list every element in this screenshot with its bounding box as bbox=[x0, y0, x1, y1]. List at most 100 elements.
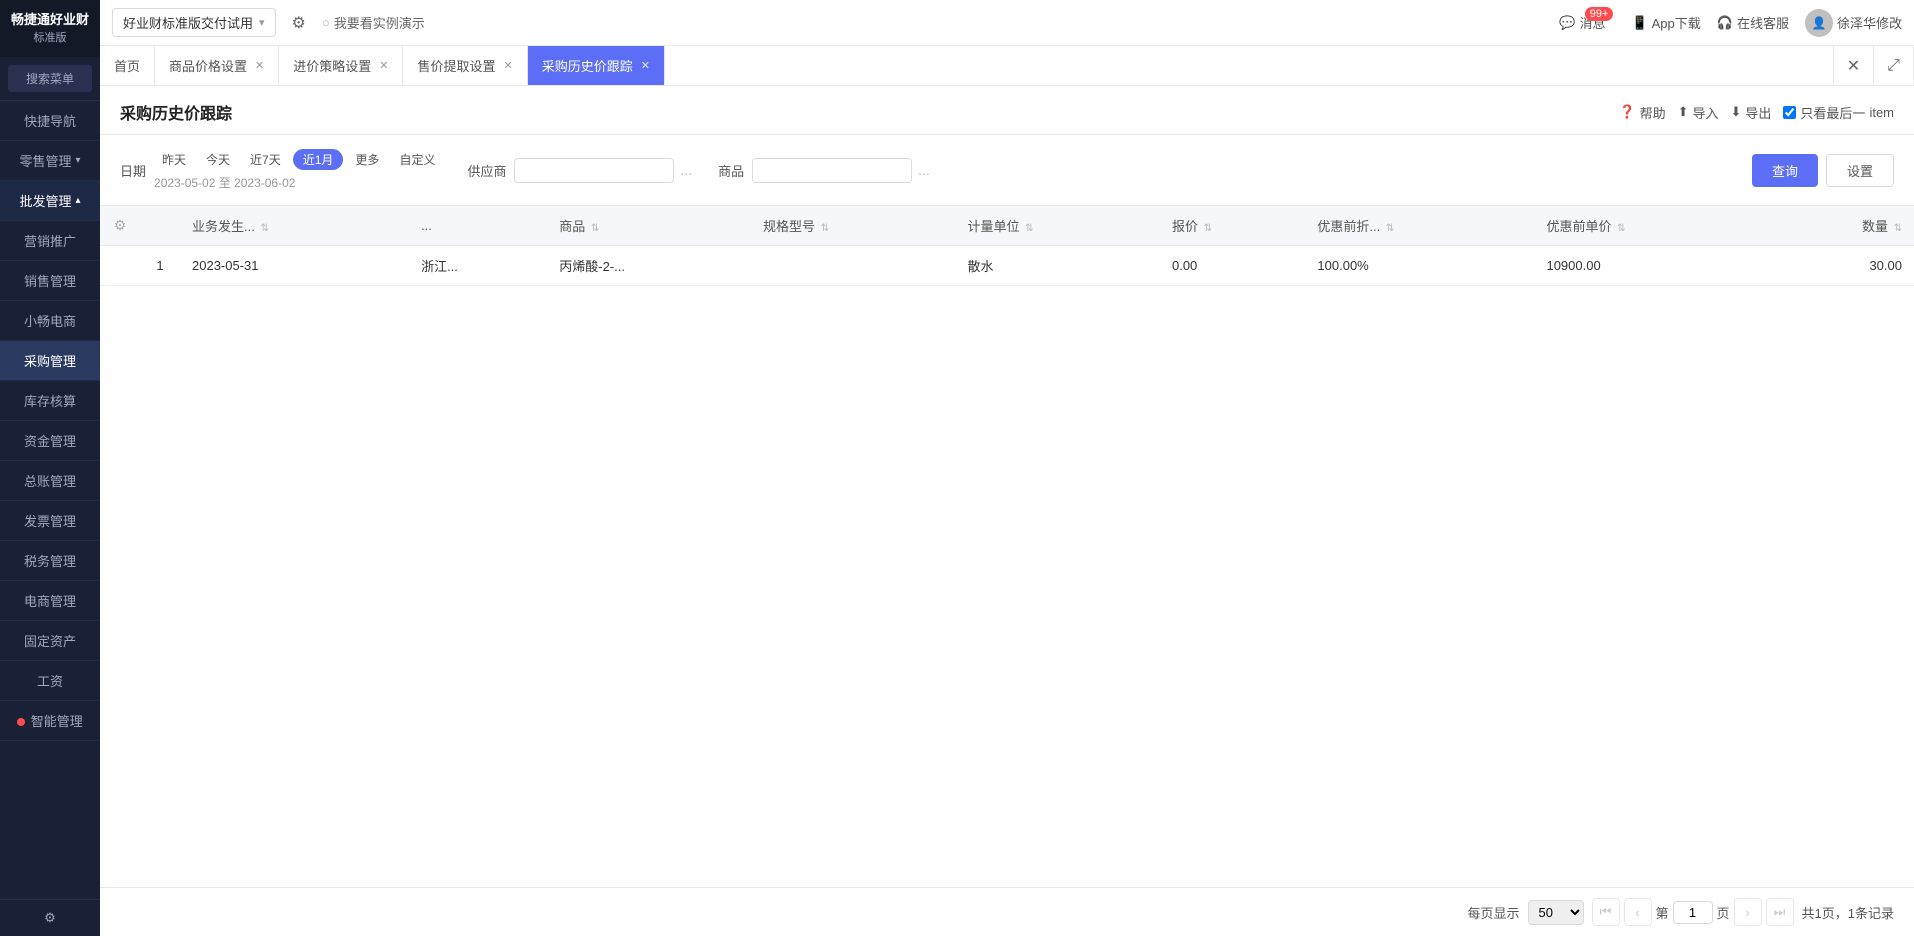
per-page-select[interactable]: 50 10 20 100 bbox=[1528, 900, 1584, 925]
help-button[interactable]: ❓ 帮助 bbox=[1619, 103, 1665, 122]
sidebar-item-inventory[interactable]: 库存核算 bbox=[0, 381, 100, 421]
tab-price[interactable]: 商品价格设置 ✕ bbox=[155, 46, 279, 86]
table-row: 1 2023-05-31 浙江... 丙烯酸-2-... 散水 0.00 100… bbox=[100, 246, 1914, 286]
col-header-price[interactable]: 报价 ⇅ bbox=[1160, 206, 1305, 246]
sidebar-item-assets[interactable]: 固定资产 bbox=[0, 621, 100, 661]
only-last-checkbox-label: 只看最后一 item bbox=[1783, 103, 1894, 122]
col-header-unit[interactable]: 计量单位 ⇅ bbox=[956, 206, 1160, 246]
table-container: ⚙ 业务发生... ⇅ ... 商品 ⇅ bbox=[100, 206, 1914, 887]
user-name: 徐泽华修改 bbox=[1837, 13, 1902, 32]
only-last-checkbox[interactable] bbox=[1783, 106, 1796, 119]
date-opt-yesterday[interactable]: 昨天 bbox=[154, 149, 194, 170]
row-quantity-cell: 30.00 bbox=[1768, 246, 1914, 286]
col-header-discount[interactable]: 优惠前折... ⇅ bbox=[1305, 206, 1534, 246]
col-header-goods[interactable]: 商品 ⇅ bbox=[547, 206, 751, 246]
data-table: ⚙ 业务发生... ⇅ ... 商品 ⇅ bbox=[100, 206, 1914, 286]
col-header-date[interactable]: 业务发生... ⇅ bbox=[180, 206, 409, 246]
sidebar: 畅捷通好业财 标准版 搜索菜单 快捷导航 零售管理 ▾ 批发管理 ▴ 营销推广 … bbox=[0, 0, 100, 936]
row-unit-cell: 散水 bbox=[956, 246, 1160, 286]
supplier-dots-button[interactable]: ... bbox=[678, 162, 694, 178]
export-button[interactable]: ⬇ 导出 bbox=[1731, 103, 1772, 122]
page-header: 采购历史价跟踪 ❓ 帮助 ⬆ 导入 ⬇ 导出 只看最后一 item bbox=[100, 86, 1914, 135]
sidebar-item-invoice[interactable]: 发票管理 bbox=[0, 501, 100, 541]
sidebar-item-ledger[interactable]: 总账管理 bbox=[0, 461, 100, 501]
sidebar-settings-button[interactable]: ⚙ bbox=[0, 899, 100, 936]
finance-label: 资金管理 bbox=[24, 431, 76, 450]
date-opt-custom[interactable]: 自定义 bbox=[391, 149, 443, 170]
sidebar-item-quick-nav[interactable]: 快捷导航 bbox=[0, 101, 100, 141]
sidebar-item-ecommerce-small[interactable]: 小畅电商 bbox=[0, 301, 100, 341]
topbar-gear-icon: ⚙ bbox=[292, 15, 306, 32]
tab-maximize-button[interactable]: ⤢ bbox=[1874, 46, 1914, 86]
edition-selector[interactable]: 好业财标准版交付试用 ▾ bbox=[112, 8, 276, 37]
sidebar-logo[interactable]: 畅捷通好业财 标准版 bbox=[0, 0, 100, 57]
page-number-input[interactable] bbox=[1673, 901, 1713, 924]
col-header-more[interactable]: ... bbox=[409, 206, 547, 246]
tab-close-button[interactable]: ✕ bbox=[1834, 46, 1874, 86]
page-next-button[interactable]: › bbox=[1734, 898, 1762, 926]
row-settings-cell bbox=[100, 246, 140, 286]
tab-strategy-close-icon[interactable]: ✕ bbox=[379, 59, 388, 72]
sidebar-item-smart[interactable]: 智能管理 bbox=[0, 701, 100, 741]
col-unit-label: 计量单位 bbox=[968, 219, 1020, 234]
app-download-button[interactable]: 📱 App下载 bbox=[1631, 13, 1700, 32]
sidebar-item-finance[interactable]: 资金管理 bbox=[0, 421, 100, 461]
col-header-quantity[interactable]: 数量 ⇅ bbox=[1768, 206, 1914, 246]
date-opt-today[interactable]: 今天 bbox=[198, 149, 238, 170]
page-first-button[interactable]: ⏮ bbox=[1592, 898, 1620, 926]
page-unit-label: 页 bbox=[1717, 903, 1730, 922]
date-filter-label: 日期 bbox=[120, 161, 146, 180]
sidebar-item-wholesale[interactable]: 批发管理 ▴ bbox=[0, 181, 100, 221]
tab-sale[interactable]: 售价提取设置 ✕ bbox=[403, 46, 527, 86]
sidebar-item-marketing[interactable]: 营销推广 bbox=[0, 221, 100, 261]
sidebar-item-ecommerce[interactable]: 电商管理 bbox=[0, 581, 100, 621]
export-icon: ⬇ bbox=[1731, 104, 1742, 120]
import-button[interactable]: ⬆ 导入 bbox=[1678, 103, 1719, 122]
sort-date-icon: ⇅ bbox=[260, 223, 268, 234]
search-menu-button[interactable]: 搜索菜单 bbox=[8, 65, 92, 92]
query-button[interactable]: 查询 bbox=[1752, 154, 1818, 187]
col-discount-label: 优惠前折... bbox=[1317, 219, 1380, 234]
page-last-button[interactable]: ⏭ bbox=[1766, 898, 1794, 926]
date-opt-1month[interactable]: 近1月 bbox=[293, 149, 344, 170]
page-prev-button[interactable]: ‹ bbox=[1624, 898, 1652, 926]
sidebar-item-tax[interactable]: 税务管理 bbox=[0, 541, 100, 581]
sidebar-search-section: 搜索菜单 bbox=[0, 57, 100, 101]
row-spec-cell bbox=[751, 246, 955, 286]
online-service-button[interactable]: 🎧 在线客服 bbox=[1717, 13, 1789, 32]
col-quantity-label: 数量 bbox=[1862, 219, 1888, 234]
row-goods-cell: 丙烯酸-2-... bbox=[547, 246, 751, 286]
col-header-settings[interactable]: ⚙ bbox=[100, 206, 140, 246]
sidebar-item-purchase[interactable]: 采购管理 bbox=[0, 341, 100, 381]
sidebar-item-retail[interactable]: 零售管理 ▾ bbox=[0, 141, 100, 181]
filter-settings-button[interactable]: 设置 bbox=[1826, 154, 1894, 187]
tab-sale-close-icon[interactable]: ✕ bbox=[504, 59, 513, 72]
supplier-input[interactable] bbox=[514, 158, 674, 183]
tab-history[interactable]: 采购历史价跟踪 ✕ bbox=[528, 46, 665, 86]
tabs-bar: 首页 商品价格设置 ✕ 进价策略设置 ✕ 售价提取设置 ✕ 采购历史价跟踪 ✕ … bbox=[100, 46, 1914, 86]
filter-buttons: 查询 设置 bbox=[1752, 154, 1894, 187]
goods-input[interactable] bbox=[752, 158, 912, 183]
supplier-filter-item: 供应商 ... bbox=[467, 158, 694, 183]
table-gear-icon[interactable]: ⚙ bbox=[114, 217, 127, 233]
messages-button[interactable]: 💬 消息 99+ bbox=[1559, 13, 1605, 32]
sort-price-icon: ⇅ bbox=[1204, 223, 1212, 234]
tab-price-close-icon[interactable]: ✕ bbox=[255, 59, 264, 72]
user-menu-button[interactable]: 👤 徐泽华修改 bbox=[1805, 9, 1902, 37]
col-header-before-price[interactable]: 优惠前单价 ⇅ bbox=[1534, 206, 1768, 246]
tab-home[interactable]: 首页 bbox=[100, 46, 155, 86]
demo-button[interactable]: ○ 我要看实例演示 bbox=[322, 13, 425, 32]
edition-selector-text: 好业财标准版交付试用 bbox=[123, 13, 253, 32]
tab-history-close-icon[interactable]: ✕ bbox=[641, 59, 650, 72]
online-service-label: 在线客服 bbox=[1737, 13, 1789, 32]
topbar-settings-button[interactable]: ⚙ bbox=[288, 9, 310, 37]
date-opt-7days[interactable]: 近7天 bbox=[242, 149, 289, 170]
col-header-spec[interactable]: 规格型号 ⇅ bbox=[751, 206, 955, 246]
tab-strategy[interactable]: 进价策略设置 ✕ bbox=[279, 46, 403, 86]
sidebar-item-sales[interactable]: 销售管理 bbox=[0, 261, 100, 301]
date-opt-more[interactable]: 更多 bbox=[347, 149, 387, 170]
goods-dots-button[interactable]: ... bbox=[916, 162, 932, 178]
sidebar-item-salary[interactable]: 工资 bbox=[0, 661, 100, 701]
col-goods-label: 商品 bbox=[559, 219, 585, 234]
row-supplier-cell: 浙江... bbox=[409, 246, 547, 286]
